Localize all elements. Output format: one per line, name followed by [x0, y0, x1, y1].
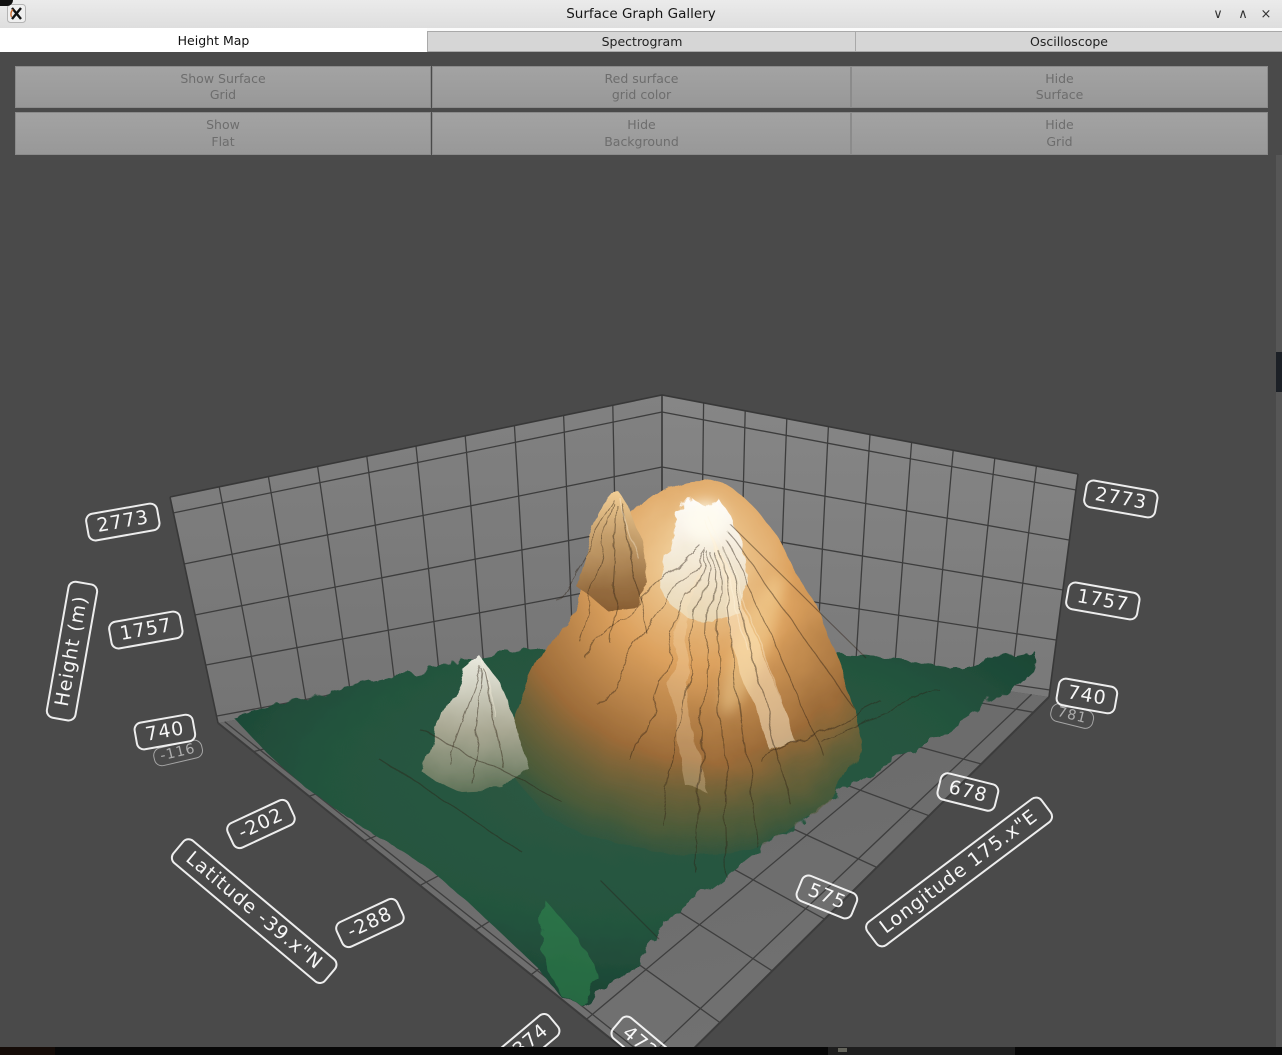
title-bar: Surface Graph Gallery ∨ ∧ × [0, 0, 1282, 29]
taskbar-indicator [838, 1048, 847, 1052]
close-button[interactable]: × [1254, 0, 1278, 28]
window-title: Surface Graph Gallery [0, 0, 1282, 28]
surface-plot-canvas[interactable] [0, 52, 1282, 1047]
background-window-edge [1276, 155, 1282, 1047]
tab-bar: Height Map Spectrogram Oscilloscope [0, 28, 1282, 52]
app-window: Surface Graph Gallery ∨ ∧ × Height Map S… [0, 0, 1282, 1055]
taskbar-segment [0, 1047, 55, 1055]
background-window-patch [1276, 352, 1282, 392]
taskbar-segment [828, 1047, 1015, 1055]
bottom-taskbar-sliver [0, 1047, 1282, 1055]
minimize-button[interactable]: ∨ [1206, 0, 1230, 28]
tab-height-map[interactable]: Height Map [0, 28, 427, 52]
tab-oscilloscope[interactable]: Oscilloscope [855, 31, 1282, 52]
tab-spectrogram[interactable]: Spectrogram [427, 31, 857, 52]
surface-plot-viewport[interactable]: 2773 1757 740 -116 Height (m) 2773 1757 … [0, 52, 1282, 1047]
maximize-button[interactable]: ∧ [1231, 0, 1255, 28]
